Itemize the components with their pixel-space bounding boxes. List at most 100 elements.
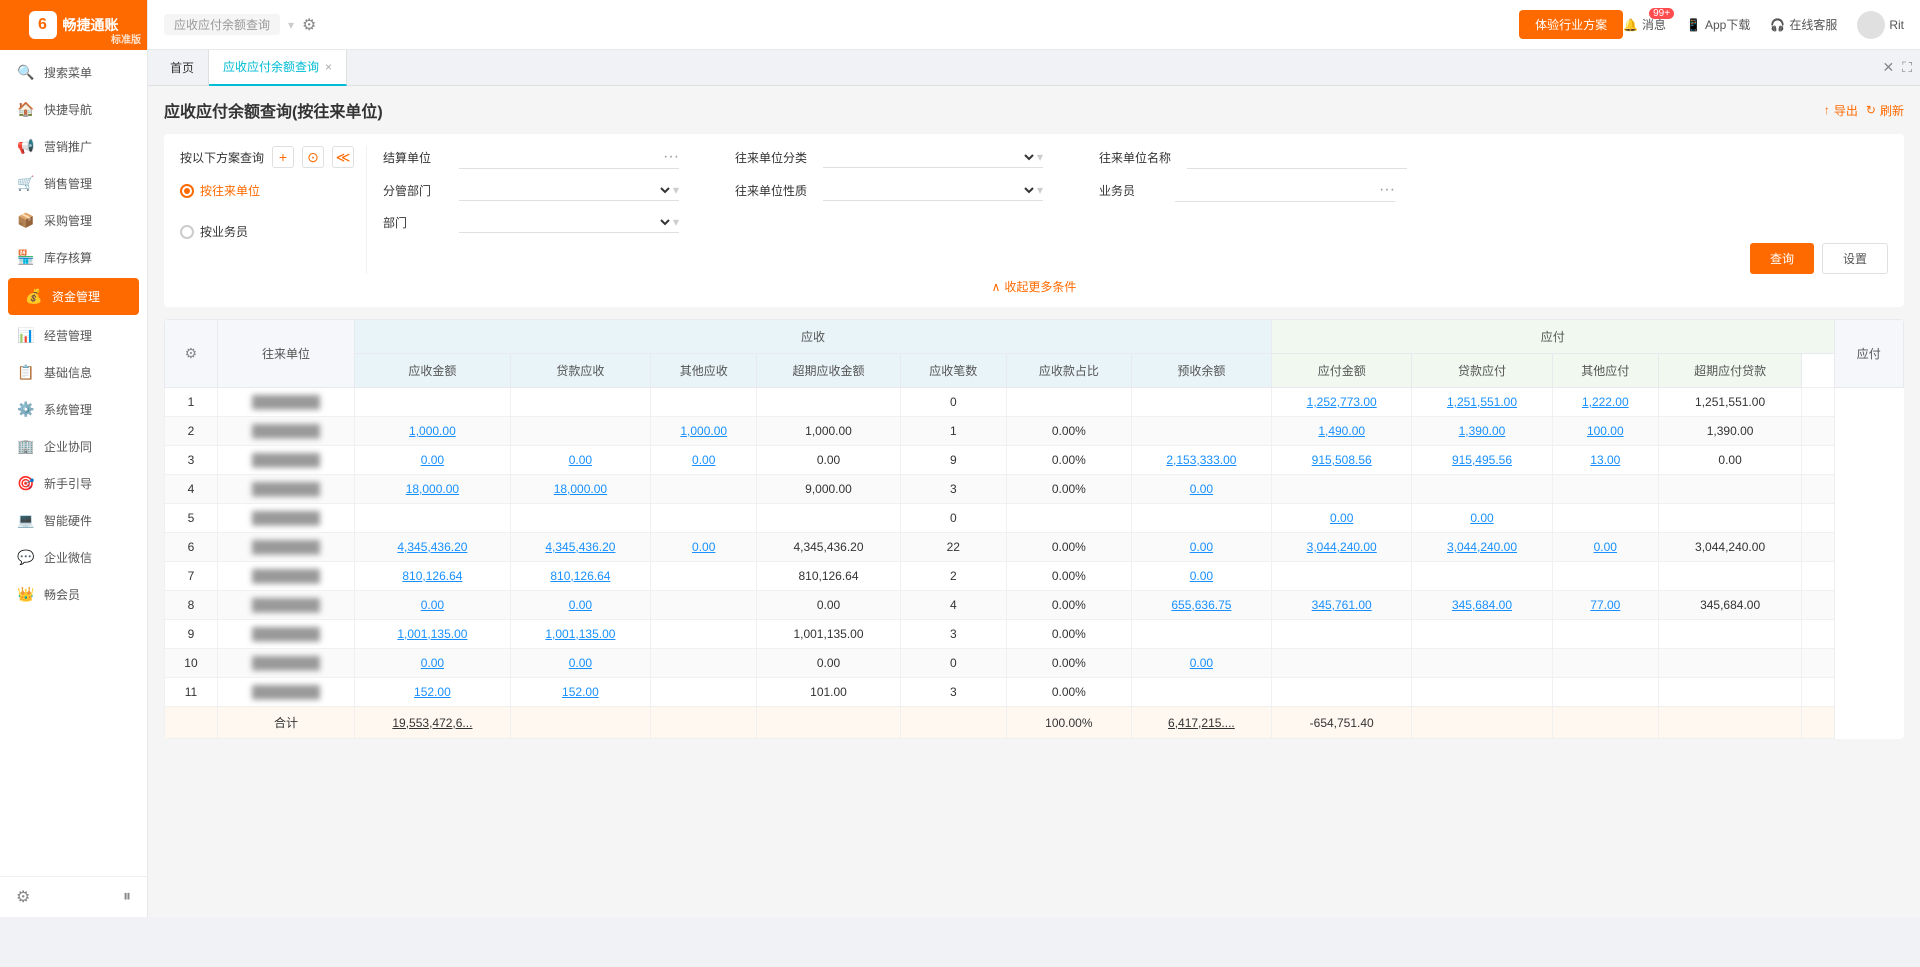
cell-link[interactable]: 1,000.00 xyxy=(680,424,727,438)
cell-link[interactable]: 0.00 xyxy=(1190,569,1213,583)
cell-link[interactable]: 1,222.00 xyxy=(1582,395,1629,409)
cell-link[interactable]: 152.00 xyxy=(562,685,599,699)
tab-close-all-button[interactable]: ✕ xyxy=(1882,59,1894,76)
table-settings-icon[interactable]: ⚙ xyxy=(185,345,198,361)
department-select[interactable] xyxy=(459,214,673,230)
sidebar-item-inventory[interactable]: 🏪库存核算 xyxy=(0,239,147,276)
cell-link[interactable]: 0.00 xyxy=(1330,511,1353,525)
export-button[interactable]: ↑ 导出 xyxy=(1824,102,1858,119)
cell-link[interactable]: 0.00 xyxy=(692,453,715,467)
solution-button[interactable]: 体验行业方案 xyxy=(1519,10,1623,39)
tab-fullscreen-button[interactable]: ⛶ xyxy=(1902,59,1912,76)
sidebar-item-member[interactable]: 👑畅会员 xyxy=(0,576,147,613)
cell-link[interactable]: 655,636.75 xyxy=(1171,598,1231,612)
cell-link[interactable]: 13.00 xyxy=(1590,453,1620,467)
query-mode-by-partner[interactable]: 按往来单位 xyxy=(180,178,354,203)
partner-nature-select[interactable] xyxy=(823,182,1037,198)
sidebar-item-sales[interactable]: 🛒销售管理 xyxy=(0,165,147,202)
cell-link[interactable]: 2,153,333.00 xyxy=(1166,453,1236,467)
tab-ar-ap[interactable]: 应收应付余额查询 × xyxy=(209,50,347,86)
cell-link[interactable]: 100.00 xyxy=(1587,424,1624,438)
label-dept-manager: 分管部门 xyxy=(383,182,443,199)
cell-link[interactable]: 1,251,551.00 xyxy=(1447,395,1517,409)
salesperson-input[interactable] xyxy=(1175,179,1375,201)
cell-link[interactable]: 1,000.00 xyxy=(409,424,456,438)
sidebar-item-operations[interactable]: 📊经营管理 xyxy=(0,317,147,354)
cell-link[interactable]: 4,345,436.20 xyxy=(397,540,467,554)
settlement-unit-dots[interactable]: ··· xyxy=(663,148,679,166)
total-ar-overdue xyxy=(757,707,900,739)
app-download-item[interactable]: 📱 App下载 xyxy=(1686,16,1750,33)
total-ar-amount[interactable]: 19,553,472,6... xyxy=(355,707,511,739)
row-ar-prepay-3: 2,153,333.00 xyxy=(1131,446,1271,475)
sidebar-item-finance[interactable]: 💰资金管理 xyxy=(8,278,139,315)
row-partner-9: ████████ xyxy=(217,620,354,649)
sidebar-item-search[interactable]: 🔍搜索菜单 xyxy=(0,54,147,91)
cell-link[interactable]: 0.00 xyxy=(569,598,592,612)
settings-gear-icon[interactable]: ⚙ xyxy=(302,15,316,35)
cell-link[interactable]: 77.00 xyxy=(1590,598,1620,612)
cell-link[interactable]: 1,001,135.00 xyxy=(545,627,615,641)
query-button[interactable]: 查询 xyxy=(1750,243,1814,274)
cell-link[interactable]: 0.00 xyxy=(1190,540,1213,554)
cell-link[interactable]: 810,126.64 xyxy=(402,569,462,583)
sidebar-item-guide[interactable]: 🎯新手引导 xyxy=(0,465,147,502)
online-support-item[interactable]: 🎧 在线客服 xyxy=(1770,16,1837,33)
total-ar-prepay[interactable]: 6,417,215.... xyxy=(1131,707,1271,739)
add-filter-button[interactable]: + xyxy=(272,146,294,168)
dept-manager-select[interactable] xyxy=(459,182,673,198)
cell-link[interactable]: 345,684.00 xyxy=(1452,598,1512,612)
cell-link[interactable]: 0.00 xyxy=(569,453,592,467)
cell-link[interactable]: 0.00 xyxy=(569,656,592,670)
cell-link[interactable]: 0.00 xyxy=(1190,656,1213,670)
settlement-unit-input[interactable] xyxy=(459,146,659,168)
cell-link[interactable]: 0.00 xyxy=(421,656,444,670)
cell-link[interactable]: 18,000.00 xyxy=(554,482,607,496)
cell-link[interactable]: 1,490.00 xyxy=(1318,424,1365,438)
cell-link[interactable]: 345,761.00 xyxy=(1312,598,1372,612)
cell-link[interactable]: 0.00 xyxy=(692,540,715,554)
partner-category-select[interactable] xyxy=(823,149,1037,165)
sidebar-item-smart-hw[interactable]: 💻智能硬件 xyxy=(0,502,147,539)
query-mode-by-staff[interactable]: 按业务员 xyxy=(180,219,354,244)
col-settings[interactable]: ⚙ xyxy=(165,320,218,388)
cell-link[interactable]: 1,390.00 xyxy=(1459,424,1506,438)
cell-link[interactable]: 152.00 xyxy=(414,685,451,699)
cell-link[interactable]: 0.00 xyxy=(1594,540,1617,554)
cell-link[interactable]: 0.00 xyxy=(1470,511,1493,525)
cell-link[interactable]: 915,495.56 xyxy=(1452,453,1512,467)
sidebar-item-quick-nav[interactable]: 🏠快捷导航 xyxy=(0,91,147,128)
collapse-sidebar-icon[interactable]: ⏸ xyxy=(123,888,131,906)
settings-button[interactable]: 设置 xyxy=(1822,243,1888,274)
refresh-button[interactable]: ↻ 刷新 xyxy=(1866,102,1904,119)
settings-footer-icon[interactable]: ⚙ xyxy=(16,887,30,907)
cell-link[interactable]: 1,252,773.00 xyxy=(1307,395,1377,409)
sidebar-item-basic-info[interactable]: 📋基础信息 xyxy=(0,354,147,391)
sidebar-item-system[interactable]: ⚙️系统管理 xyxy=(0,391,147,428)
row-ar-other-10 xyxy=(651,649,757,678)
cell-link[interactable]: 0.00 xyxy=(421,453,444,467)
sidebar-item-enterprise[interactable]: 🏢企业协同 xyxy=(0,428,147,465)
cell-link[interactable]: 18,000.00 xyxy=(406,482,459,496)
sidebar-item-marketing[interactable]: 📢营销推广 xyxy=(0,128,147,165)
filter-collapse-button[interactable]: ≪ xyxy=(332,146,354,168)
tab-home[interactable]: 首页 xyxy=(156,50,209,86)
salesperson-dots[interactable]: ··· xyxy=(1379,181,1395,199)
partner-name-input[interactable] xyxy=(1187,146,1407,169)
filter-settings-button[interactable]: ⊙ xyxy=(302,146,324,168)
breadcrumb-arrow-icon[interactable]: ▾ xyxy=(288,18,294,32)
cell-link[interactable]: 3,044,240.00 xyxy=(1447,540,1517,554)
notification-item[interactable]: 🔔 消息 99+ xyxy=(1623,16,1666,33)
cell-link[interactable]: 810,126.64 xyxy=(550,569,610,583)
cell-link[interactable]: 3,044,240.00 xyxy=(1307,540,1377,554)
sidebar-item-wechat[interactable]: 💬企业微信 xyxy=(0,539,147,576)
cell-link[interactable]: 915,508.56 xyxy=(1312,453,1372,467)
cell-link[interactable]: 0.00 xyxy=(421,598,444,612)
tab-ar-ap-close[interactable]: × xyxy=(325,60,332,74)
cell-link[interactable]: 4,345,436.20 xyxy=(545,540,615,554)
collapse-conditions-button[interactable]: ∧ 收起更多条件 xyxy=(180,278,1888,295)
cell-link[interactable]: 0.00 xyxy=(1190,482,1213,496)
cell-link[interactable]: 1,001,135.00 xyxy=(397,627,467,641)
user-profile[interactable]: Rit xyxy=(1857,11,1904,39)
sidebar-item-purchase[interactable]: 📦采购管理 xyxy=(0,202,147,239)
